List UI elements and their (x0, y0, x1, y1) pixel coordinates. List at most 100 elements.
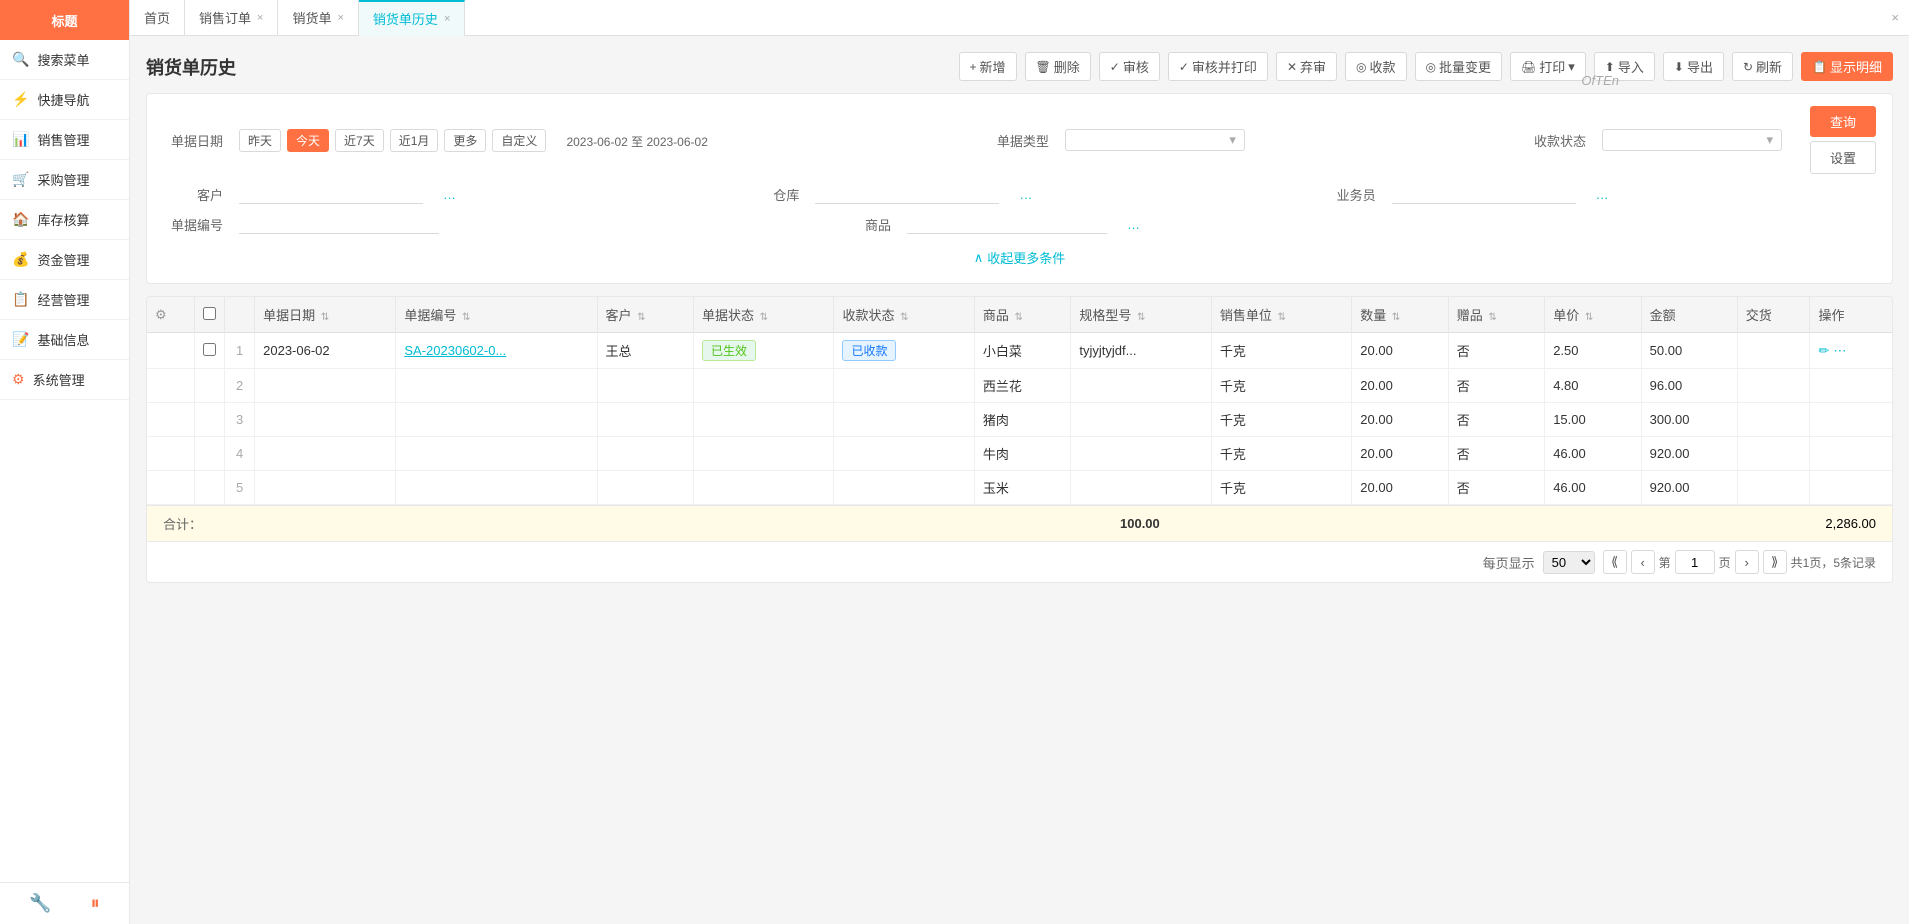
col-unit[interactable]: 销售单位 ⇅ (1211, 297, 1351, 333)
edit-action-btn[interactable]: ✏ (1818, 343, 1829, 358)
col-customer[interactable]: 客户 ⇅ (597, 297, 693, 333)
sidebar-item-system-mgmt[interactable]: ⚙ 系统管理 (0, 360, 129, 400)
col-settings[interactable]: ⚙ (147, 297, 195, 333)
date-btn-today[interactable]: 今天 (287, 129, 329, 152)
page-first-btn[interactable]: ⟪ (1603, 550, 1627, 574)
customer-ellipsis[interactable]: … (443, 187, 456, 202)
collapse-btn[interactable]: ∧ 收起更多条件 (163, 244, 1876, 271)
agent-ellipsis[interactable]: … (1596, 187, 1609, 202)
audit-icon: ✓ (1110, 60, 1120, 74)
col-gift[interactable]: 赠品 ⇅ (1448, 297, 1544, 333)
sidebar-footer-btn-1[interactable]: 🔧 (29, 893, 51, 914)
col-spec[interactable]: 规格型号 ⇅ (1071, 297, 1211, 333)
date-btn-7days[interactable]: 近7天 (335, 129, 384, 152)
col-qty[interactable]: 数量 ⇅ (1352, 297, 1448, 333)
row-action-cell (1810, 437, 1892, 471)
page-title: 销货单历史 (146, 54, 236, 80)
tab-sales-history-close[interactable]: × (444, 13, 450, 25)
add-button[interactable]: + 新增 (959, 52, 1017, 81)
show-detail-button[interactable]: 📋 显示明细 (1801, 52, 1893, 81)
refresh-button[interactable]: ↻ 刷新 (1732, 52, 1793, 81)
tab-sales-order[interactable]: 销售订单 × (185, 0, 278, 36)
select-all-checkbox[interactable] (203, 307, 216, 320)
tab-sales-history[interactable]: 销货单历史 × (359, 0, 465, 36)
abandon-button[interactable]: ✕ 弃审 (1276, 52, 1337, 81)
row-doc-status (693, 437, 833, 471)
col-doc-no-sort-icon: ⇅ (462, 312, 470, 323)
col-collect-status-label: 收款状态 (842, 308, 894, 323)
row-settings-cell (147, 369, 195, 403)
tab-sales-order-close[interactable]: × (257, 12, 263, 24)
row-settings-cell (147, 471, 195, 505)
row-qty: 20.00 (1352, 437, 1448, 471)
sidebar-item-quick-nav[interactable]: ⚡ 快捷导航 (0, 80, 129, 120)
audit-print-button[interactable]: ✓ 审核并打印 (1168, 52, 1268, 81)
sidebar-item-basic-info[interactable]: 📝 基础信息 (0, 320, 129, 360)
query-button[interactable]: 查询 (1810, 106, 1876, 137)
agent-input[interactable] (1392, 184, 1576, 204)
delete-button[interactable]: 🗑 删除 (1025, 52, 1091, 81)
doc-no-link[interactable]: SA-20230602-0... (404, 343, 506, 358)
setting-button[interactable]: 设置 (1810, 141, 1876, 174)
audit-button[interactable]: ✓ 审核 (1099, 52, 1160, 81)
col-spec-sort-icon: ⇅ (1137, 312, 1145, 323)
tab-home[interactable]: 首页 (130, 0, 185, 36)
goods-ellipsis[interactable]: … (1127, 217, 1140, 232)
row-trade (1737, 369, 1810, 403)
page-prev-btn[interactable]: ‹ (1631, 550, 1655, 574)
sidebar-item-search-menu[interactable]: 🔍 搜索菜单 (0, 40, 129, 80)
col-price[interactable]: 单价 ⇅ (1545, 297, 1641, 333)
col-doc-status[interactable]: 单据状态 ⇅ (693, 297, 833, 333)
col-gift-sort-icon: ⇅ (1488, 312, 1496, 323)
page-next-btn[interactable]: › (1735, 550, 1759, 574)
collect-status-select[interactable]: ▾ (1602, 129, 1782, 151)
print-button[interactable]: 🖨 打印 ▾ (1510, 52, 1586, 81)
audit-print-label: 审核并打印 (1192, 57, 1257, 76)
row-action-cell (1810, 403, 1892, 437)
col-doc-date[interactable]: 单据日期 ⇅ (255, 297, 396, 333)
settings-icon[interactable]: ⚙ (155, 307, 167, 322)
sidebar-footer-btn-2[interactable]: ⏸ (91, 893, 100, 914)
row-action-cell: ✏⋯ (1810, 333, 1892, 369)
col-goods[interactable]: 商品 ⇅ (974, 297, 1070, 333)
more-action-btn[interactable]: ⋯ (1833, 343, 1846, 358)
row-checkbox[interactable] (203, 343, 216, 356)
date-btn-yesterday[interactable]: 昨天 (239, 129, 281, 152)
tab-sales-goods-close[interactable]: × (337, 12, 343, 24)
tab-sales-goods[interactable]: 销货单 × (278, 0, 358, 36)
page-size-label: 每页显示 (1483, 553, 1535, 572)
customer-input[interactable] (239, 184, 423, 204)
sidebar-item-purchase-mgmt[interactable]: 🛒 采购管理 (0, 160, 129, 200)
warehouse-ellipsis[interactable]: … (1019, 187, 1032, 202)
sidebar-item-ops-mgmt[interactable]: 📋 经营管理 (0, 280, 129, 320)
date-btn-custom[interactable]: 自定义 (492, 129, 546, 152)
date-btn-more[interactable]: 更多 (444, 129, 486, 152)
sidebar-item-finance-mgmt[interactable]: 💰 资金管理 (0, 240, 129, 280)
tab-close-all[interactable]: × (1881, 10, 1909, 25)
row-unit: 千克 (1211, 437, 1351, 471)
page-size-select[interactable]: 50 20 100 (1543, 551, 1595, 574)
col-doc-no[interactable]: 单据编号 ⇅ (396, 297, 597, 333)
sidebar-item-inventory-calc[interactable]: 🏠 库存核算 (0, 200, 129, 240)
page-number-input[interactable] (1675, 550, 1715, 574)
col-doc-date-label: 单据日期 (263, 308, 315, 323)
total-qty: 100.00 (1120, 516, 1160, 531)
row-doc-date (255, 437, 396, 471)
sidebar-item-sales-mgmt[interactable]: 📊 销售管理 (0, 120, 129, 160)
delete-label: 删除 (1054, 57, 1080, 76)
goods-input[interactable] (907, 214, 1107, 234)
col-goods-sort-icon: ⇅ (1015, 312, 1023, 323)
table-row: 2西兰花千克20.00否4.8096.00 (147, 369, 1892, 403)
export-button[interactable]: ⬇ 导出 (1663, 52, 1724, 81)
doc-no-input[interactable] (239, 214, 439, 234)
col-collect-status[interactable]: 收款状态 ⇅ (834, 297, 974, 333)
batch-change-button[interactable]: ◎ 批量变更 (1415, 52, 1503, 81)
page-last-btn[interactable]: ⟫ (1763, 550, 1787, 574)
collect-button[interactable]: ◎ 收款 (1345, 52, 1407, 81)
warehouse-input[interactable] (815, 184, 999, 204)
row-action-cell (1810, 369, 1892, 403)
date-btn-1month[interactable]: 近1月 (390, 129, 439, 152)
doc-type-select[interactable]: ▾ (1065, 129, 1245, 151)
tab-sales-goods-label: 销货单 (292, 8, 331, 27)
data-table-wrap: ⚙ 单据日期 ⇅ 单据编号 ⇅ (146, 296, 1893, 583)
